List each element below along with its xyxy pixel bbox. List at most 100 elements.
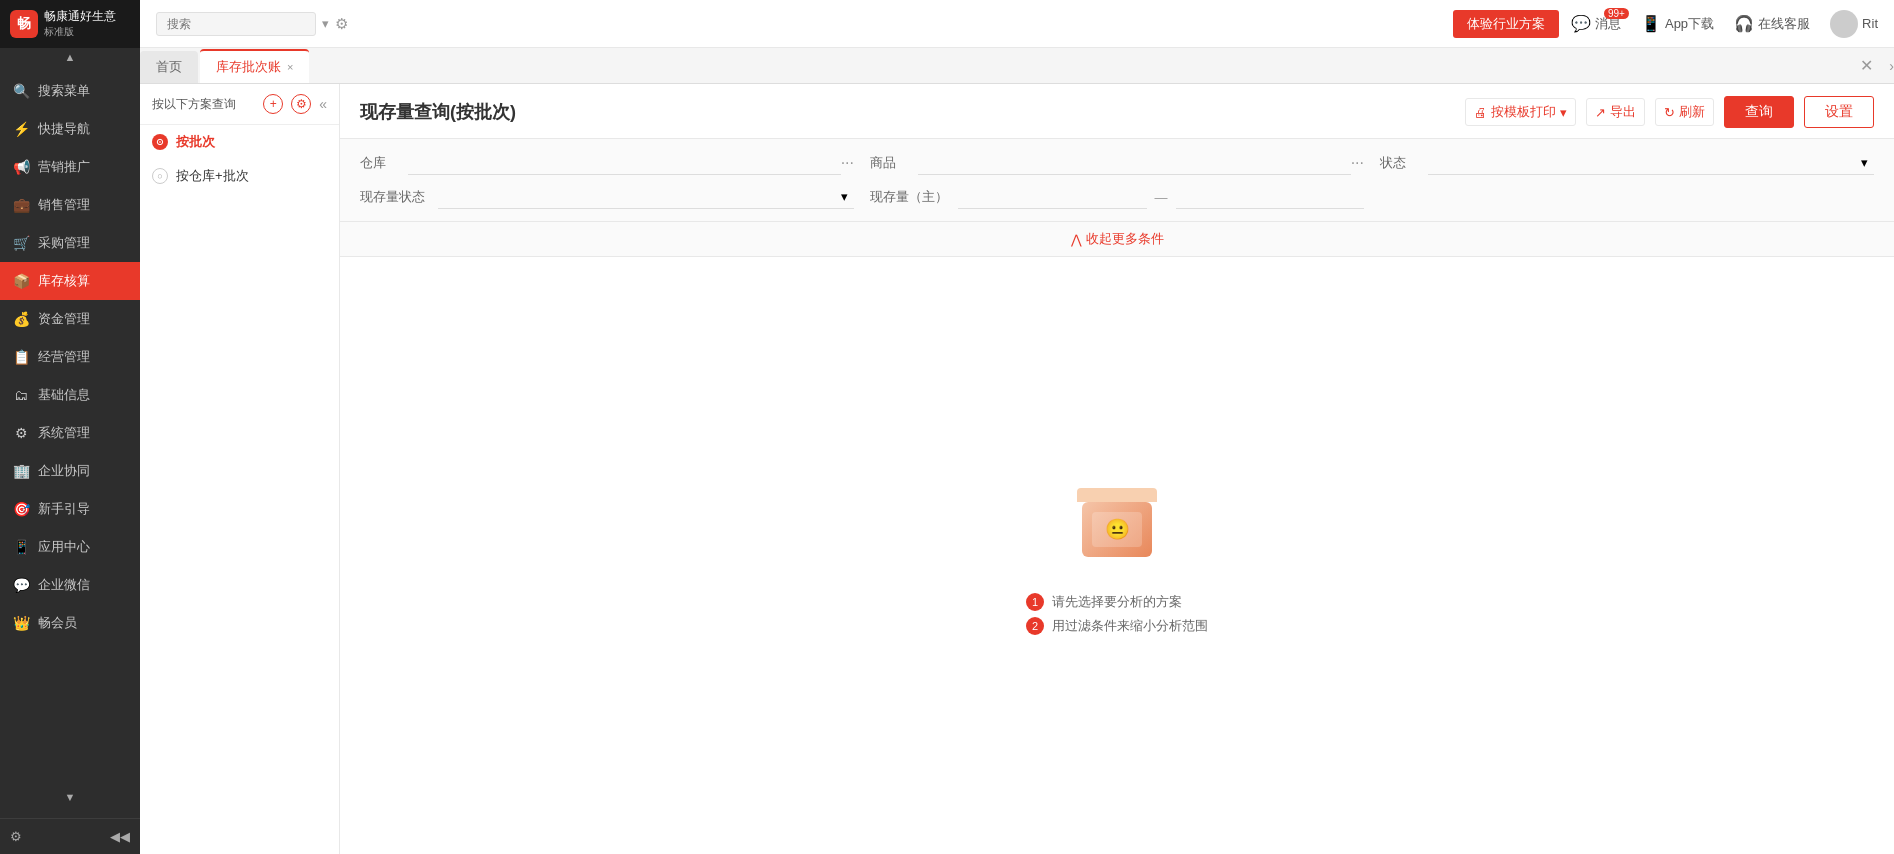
inventory-status-label: 现存量状态 bbox=[360, 188, 430, 206]
sidebar-item-search[interactable]: 🔍 搜索菜单 bbox=[0, 72, 140, 110]
sidebar-item-marketing[interactable]: 📢 营销推广 bbox=[0, 148, 140, 186]
scheme-item-warehouse-batch[interactable]: ○ 按仓库+批次 bbox=[140, 159, 339, 193]
data-area: 😐 1 请先选择要分析的方案 2 用过滤条件 bbox=[340, 257, 1894, 854]
product-label: 商品 bbox=[870, 154, 910, 172]
query-btn[interactable]: 查询 bbox=[1724, 96, 1794, 128]
sidebar-item-finance[interactable]: 💰 资金管理 bbox=[0, 300, 140, 338]
online-service-label: 在线客服 bbox=[1758, 15, 1810, 33]
user-avatar-btn[interactable]: Rit bbox=[1830, 10, 1878, 38]
product-input[interactable] bbox=[918, 151, 1351, 175]
sidebar-item-purchase[interactable]: 🛒 采购管理 bbox=[0, 224, 140, 262]
warehouse-input[interactable] bbox=[408, 151, 841, 175]
collapse-sidebar-btn[interactable]: ◀◀ bbox=[110, 829, 130, 844]
add-scheme-btn[interactable]: + bbox=[263, 94, 283, 114]
tab-close-icon[interactable]: × bbox=[287, 61, 293, 73]
left-panel-header: 按以下方案查询 + ⚙ « bbox=[140, 84, 339, 125]
sidebar-item-label: 新手引导 bbox=[38, 500, 90, 518]
collapse-panel-btn[interactable]: « bbox=[319, 96, 327, 112]
settings-icon[interactable]: ⚙ bbox=[335, 15, 348, 33]
app-subtitle: 标准版 bbox=[44, 25, 116, 39]
page-title-row: 现存量查询(按批次) 🖨 按模板打印 ▾ ↗ 导出 ↻ bbox=[360, 96, 1874, 138]
range-dash: — bbox=[1155, 190, 1168, 205]
quicknav-icon: ⚡ bbox=[12, 120, 30, 138]
sidebar-item-member[interactable]: 👑 畅会员 bbox=[0, 604, 140, 642]
status-dropdown-icon: ▾ bbox=[1861, 155, 1868, 170]
export-icon: ↗ bbox=[1595, 105, 1606, 120]
print-icon: 🖨 bbox=[1474, 105, 1487, 120]
sidebar-item-system[interactable]: ⚙ 系统管理 bbox=[0, 414, 140, 452]
sidebar-item-newguide[interactable]: 🎯 新手引导 bbox=[0, 490, 140, 528]
inventory-icon: 📦 bbox=[12, 272, 30, 290]
hint1-text: 请先选择要分析的方案 bbox=[1052, 593, 1182, 611]
sidebar-item-quicknav[interactable]: ⚡ 快捷导航 bbox=[0, 110, 140, 148]
basics-icon: 🗂 bbox=[12, 386, 30, 404]
scheme-settings-btn[interactable]: ⚙ bbox=[291, 94, 311, 114]
page-title-actions: 🖨 按模板打印 ▾ ↗ 导出 ↻ 刷新 查询 设置 bbox=[1465, 96, 1874, 128]
inventory-max-input[interactable] bbox=[1176, 185, 1365, 209]
inventory-status-filter: 现存量状态 ▾ bbox=[360, 185, 854, 209]
sidebar-item-sales[interactable]: 💼 销售管理 bbox=[0, 186, 140, 224]
sidebar-item-label: 基础信息 bbox=[38, 386, 90, 404]
sidebar-item-operation[interactable]: 📋 经营管理 bbox=[0, 338, 140, 376]
sidebar-item-basics[interactable]: 🗂 基础信息 bbox=[0, 376, 140, 414]
tab-home[interactable]: 首页 bbox=[140, 51, 198, 83]
finance-icon: 💰 bbox=[12, 310, 30, 328]
sidebar-item-inventory[interactable]: 📦 库存核算 bbox=[0, 262, 140, 300]
warehouse-more-btn[interactable]: ··· bbox=[841, 154, 854, 172]
collapse-more-btn[interactable]: ⋀ 收起更多条件 bbox=[1071, 230, 1164, 248]
inventory-range: — bbox=[958, 185, 1364, 209]
page-title: 现存量查询(按批次) bbox=[360, 100, 516, 124]
message-icon: 💬 bbox=[1571, 14, 1591, 33]
product-more-btn[interactable]: ··· bbox=[1351, 154, 1364, 172]
print-dropdown-icon[interactable]: ▾ bbox=[1560, 105, 1567, 120]
sidebar-nav: 🔍 搜索菜单 ⚡ 快捷导航 📢 营销推广 💼 销售管理 🛒 采购管理 📦 库存核… bbox=[0, 68, 140, 818]
sidebar-item-label: 畅会员 bbox=[38, 614, 77, 632]
experience-industry-button[interactable]: 体验行业方案 bbox=[1453, 10, 1559, 38]
print-btn[interactable]: 🖨 按模板打印 ▾ bbox=[1465, 98, 1576, 126]
tab-active-label: 库存批次账 bbox=[216, 58, 281, 76]
sidebar-item-label: 资金管理 bbox=[38, 310, 90, 328]
sidebar-item-label: 销售管理 bbox=[38, 196, 90, 214]
status-filter: 状态 ▾ bbox=[1380, 151, 1874, 175]
export-btn[interactable]: ↗ 导出 bbox=[1586, 98, 1645, 126]
left-panel: 按以下方案查询 + ⚙ « ⊙ 按批次 ○ 按仓库+批次 bbox=[140, 84, 340, 854]
tab-inventory-batch[interactable]: 库存批次账 × bbox=[200, 49, 309, 83]
sidebar-footer: ⚙ ◀◀ bbox=[0, 818, 140, 854]
sidebar-item-label: 企业微信 bbox=[38, 576, 90, 594]
sidebar-scroll-up[interactable]: ▲ bbox=[0, 48, 140, 66]
page-close-btn[interactable]: ✕ bbox=[1848, 56, 1885, 75]
product-filter: 商品 ··· bbox=[870, 151, 1364, 175]
sidebar-item-enterprise[interactable]: 🏢 企业协同 bbox=[0, 452, 140, 490]
dropdown-icon[interactable]: ▾ bbox=[322, 16, 329, 31]
inventory-status-select[interactable]: ▾ bbox=[438, 185, 854, 209]
topbar: ▾ ⚙ 体验行业方案 💬 消息 99+ 📱 App下载 🎧 在线客服 Rit bbox=[140, 0, 1894, 48]
app-download-btn[interactable]: 📱 App下载 bbox=[1641, 14, 1714, 33]
sales-icon: 💼 bbox=[12, 196, 30, 214]
scheme-item-batch[interactable]: ⊙ 按批次 bbox=[140, 125, 339, 159]
purchase-icon: 🛒 bbox=[12, 234, 30, 252]
refresh-btn[interactable]: ↻ 刷新 bbox=[1655, 98, 1714, 126]
app-title-block: 畅康通好生意 标准版 bbox=[44, 9, 116, 39]
settings-btn[interactable]: 设置 bbox=[1804, 96, 1874, 128]
status-select[interactable]: ▾ bbox=[1428, 151, 1874, 175]
search-icon: 🔍 bbox=[12, 82, 30, 100]
inventory-min-input[interactable] bbox=[958, 185, 1147, 209]
sidebar: 畅 畅康通好生意 标准版 ▲ 🔍 搜索菜单 ⚡ 快捷导航 📢 营销推广 💼 销售… bbox=[0, 0, 140, 854]
messages-btn[interactable]: 💬 消息 99+ bbox=[1571, 14, 1621, 33]
service-icon: 🎧 bbox=[1734, 14, 1754, 33]
topbar-search-area: ▾ ⚙ bbox=[156, 12, 1441, 36]
search-input[interactable] bbox=[156, 12, 316, 36]
sidebar-item-label: 采购管理 bbox=[38, 234, 90, 252]
sidebar-item-appcenter[interactable]: 📱 应用中心 bbox=[0, 528, 140, 566]
inventory-main-label: 现存量（主） bbox=[870, 188, 950, 206]
hint2-text: 用过滤条件来缩小分析范围 bbox=[1052, 617, 1208, 635]
avatar bbox=[1830, 10, 1858, 38]
sidebar-scroll-down[interactable]: ▼ bbox=[0, 788, 140, 806]
right-panel: 现存量查询(按批次) 🖨 按模板打印 ▾ ↗ 导出 ↻ bbox=[340, 84, 1894, 854]
online-service-btn[interactable]: 🎧 在线客服 bbox=[1734, 14, 1810, 33]
warehouse-filter: 仓库 ··· bbox=[360, 151, 854, 175]
inventory-main-filter: 现存量（主） — bbox=[870, 185, 1364, 209]
settings-footer-btn[interactable]: ⚙ bbox=[10, 829, 22, 844]
page-nav-arrow[interactable]: › bbox=[1889, 58, 1894, 74]
sidebar-item-wechat[interactable]: 💬 企业微信 bbox=[0, 566, 140, 604]
